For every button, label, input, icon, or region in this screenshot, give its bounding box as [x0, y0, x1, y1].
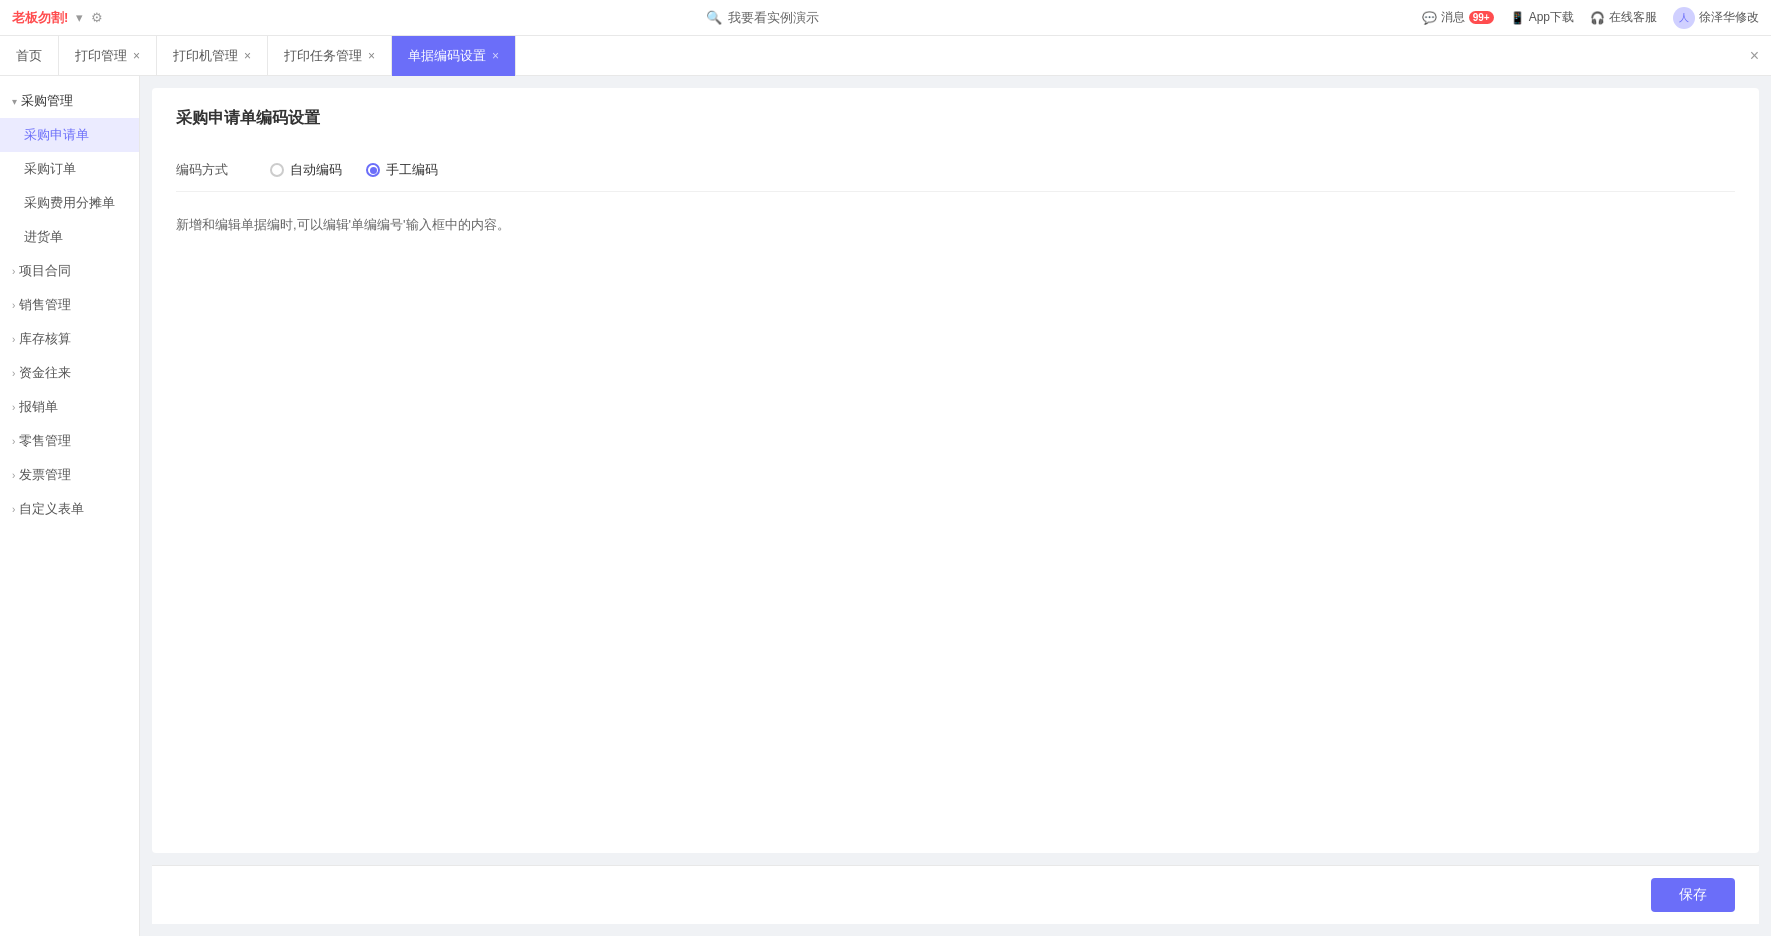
- sidebar-item-purchase-request[interactable]: 采购申请单: [0, 118, 139, 152]
- inbound-label: 进货单: [24, 229, 63, 244]
- user-profile[interactable]: 人 徐泽华修改: [1673, 7, 1759, 29]
- tab-home-label: 首页: [16, 47, 42, 65]
- page-title: 采购申请单编码设置: [176, 108, 1735, 129]
- tab-bar: 首页 打印管理 × 打印机管理 × 打印任务管理 × 单据编码设置 × ×: [0, 36, 1771, 76]
- radio-manual-circle: [366, 163, 380, 177]
- tab-single-barcode-label: 单据编码设置: [408, 47, 486, 65]
- invoice-manage-label: 发票管理: [19, 466, 71, 484]
- online-service-label: 在线客服: [1609, 9, 1657, 26]
- dropdown-icon[interactable]: ▾: [76, 10, 83, 25]
- tab-print-task[interactable]: 打印任务管理 ×: [268, 36, 392, 76]
- message-icon: 💬: [1422, 11, 1437, 25]
- returns-arrow: ›: [12, 402, 15, 413]
- sidebar-group-fund-transaction[interactable]: › 资金往来: [0, 356, 139, 390]
- tab-print-manage-close[interactable]: ×: [133, 49, 140, 63]
- top-bar-left: 老板勿割! ▾ ⚙: [12, 9, 103, 27]
- sidebar-group-returns[interactable]: › 报销单: [0, 390, 139, 424]
- search-demo-text[interactable]: 我要看实例演示: [728, 9, 819, 27]
- fund-transaction-arrow: ›: [12, 368, 15, 379]
- invoice-manage-arrow: ›: [12, 470, 15, 481]
- custom-forms-label: 自定义表单: [19, 500, 84, 518]
- page-container: 采购申请单编码设置 编码方式 自动编码 手工编码 新增和编辑单据编时,可以编辑'…: [152, 88, 1759, 853]
- message-label: 消息: [1441, 9, 1465, 26]
- sidebar-group-sales-manage[interactable]: › 销售管理: [0, 288, 139, 322]
- project-contract-label: 项目合同: [19, 262, 71, 280]
- sidebar-group-retail-manage[interactable]: › 零售管理: [0, 424, 139, 458]
- purchase-request-label: 采购申请单: [24, 127, 89, 142]
- user-name: 徐泽华修改: [1699, 9, 1759, 26]
- returns-label: 报销单: [19, 398, 58, 416]
- custom-forms-arrow: ›: [12, 504, 15, 515]
- top-bar-center: 🔍 我要看实例演示: [706, 9, 819, 27]
- tab-printer-manage[interactable]: 打印机管理 ×: [157, 36, 268, 76]
- close-all-tabs-button[interactable]: ×: [1738, 47, 1771, 65]
- search-icon: 🔍: [706, 10, 722, 25]
- sidebar: ▾ 采购管理 采购申请单 采购订单 采购费用分摊单 进货单 › 项目合同 › 销…: [0, 76, 140, 936]
- top-bar-right: 💬 消息 99+ 📱 App下载 🎧 在线客服 人 徐泽华修改: [1422, 7, 1759, 29]
- app-download-button[interactable]: 📱 App下载: [1510, 9, 1574, 26]
- purchase-group-label: 采购管理: [21, 92, 73, 110]
- sidebar-group-purchase-manage[interactable]: ▾ 采购管理: [0, 84, 139, 118]
- sales-manage-arrow: ›: [12, 300, 15, 311]
- tab-printer-manage-label: 打印机管理: [173, 47, 238, 65]
- avatar-icon: 人: [1673, 7, 1695, 29]
- sidebar-group-project-contract[interactable]: › 项目合同: [0, 254, 139, 288]
- sidebar-group-invoice-manage[interactable]: › 发票管理: [0, 458, 139, 492]
- service-icon: 🎧: [1590, 11, 1605, 25]
- fund-transaction-label: 资金往来: [19, 364, 71, 382]
- tab-print-manage[interactable]: 打印管理 ×: [59, 36, 157, 76]
- project-contract-arrow: ›: [12, 266, 15, 277]
- save-button[interactable]: 保存: [1651, 878, 1735, 912]
- tab-print-task-label: 打印任务管理: [284, 47, 362, 65]
- settings-icon[interactable]: ⚙: [91, 10, 103, 25]
- tab-print-manage-label: 打印管理: [75, 47, 127, 65]
- main-layout: ▾ 采购管理 采购申请单 采购订单 采购费用分摊单 进货单 › 项目合同 › 销…: [0, 76, 1771, 936]
- purchase-order-label: 采购订单: [24, 161, 76, 176]
- tab-home[interactable]: 首页: [0, 36, 59, 76]
- tab-single-barcode[interactable]: 单据编码设置 ×: [392, 36, 516, 76]
- radio-auto-option[interactable]: 自动编码: [270, 161, 342, 179]
- sales-manage-label: 销售管理: [19, 296, 71, 314]
- message-button[interactable]: 💬 消息 99+: [1422, 9, 1494, 26]
- message-badge: 99+: [1469, 11, 1494, 24]
- radio-auto-circle: [270, 163, 284, 177]
- radio-manual-label: 手工编码: [386, 161, 438, 179]
- content-area: 采购申请单编码设置 编码方式 自动编码 手工编码 新增和编辑单据编时,可以编辑'…: [140, 76, 1771, 936]
- purchase-expense-label: 采购费用分摊单: [24, 195, 115, 210]
- online-service-button[interactable]: 🎧 在线客服: [1590, 9, 1657, 26]
- logo-text: 老板勿割!: [12, 9, 68, 27]
- sidebar-item-purchase-order[interactable]: 采购订单: [0, 152, 139, 186]
- app-download-label: App下载: [1529, 9, 1574, 26]
- encode-mode-label: 编码方式: [176, 161, 246, 179]
- tab-print-task-close[interactable]: ×: [368, 49, 375, 63]
- radio-manual-option[interactable]: 手工编码: [366, 161, 438, 179]
- retail-manage-arrow: ›: [12, 436, 15, 447]
- radio-auto-label: 自动编码: [290, 161, 342, 179]
- sidebar-item-inbound[interactable]: 进货单: [0, 220, 139, 254]
- top-bar: 老板勿割! ▾ ⚙ 🔍 我要看实例演示 💬 消息 99+ 📱 App下载 🎧 在…: [0, 0, 1771, 36]
- inventory-settle-label: 库存核算: [19, 330, 71, 348]
- encode-mode-row: 编码方式 自动编码 手工编码: [176, 149, 1735, 192]
- inventory-settle-arrow: ›: [12, 334, 15, 345]
- purchase-group-arrow: ▾: [12, 96, 17, 107]
- tab-printer-manage-close[interactable]: ×: [244, 49, 251, 63]
- hint-text: 新增和编辑单据编时,可以编辑'单编编号'输入框中的内容。: [176, 216, 1735, 234]
- app-icon: 📱: [1510, 11, 1525, 25]
- tab-single-barcode-close[interactable]: ×: [492, 49, 499, 63]
- retail-manage-label: 零售管理: [19, 432, 71, 450]
- bottom-action-bar: 保存: [152, 865, 1759, 924]
- sidebar-group-custom-forms[interactable]: › 自定义表单: [0, 492, 139, 526]
- sidebar-group-inventory-settle[interactable]: › 库存核算: [0, 322, 139, 356]
- sidebar-item-purchase-expense[interactable]: 采购费用分摊单: [0, 186, 139, 220]
